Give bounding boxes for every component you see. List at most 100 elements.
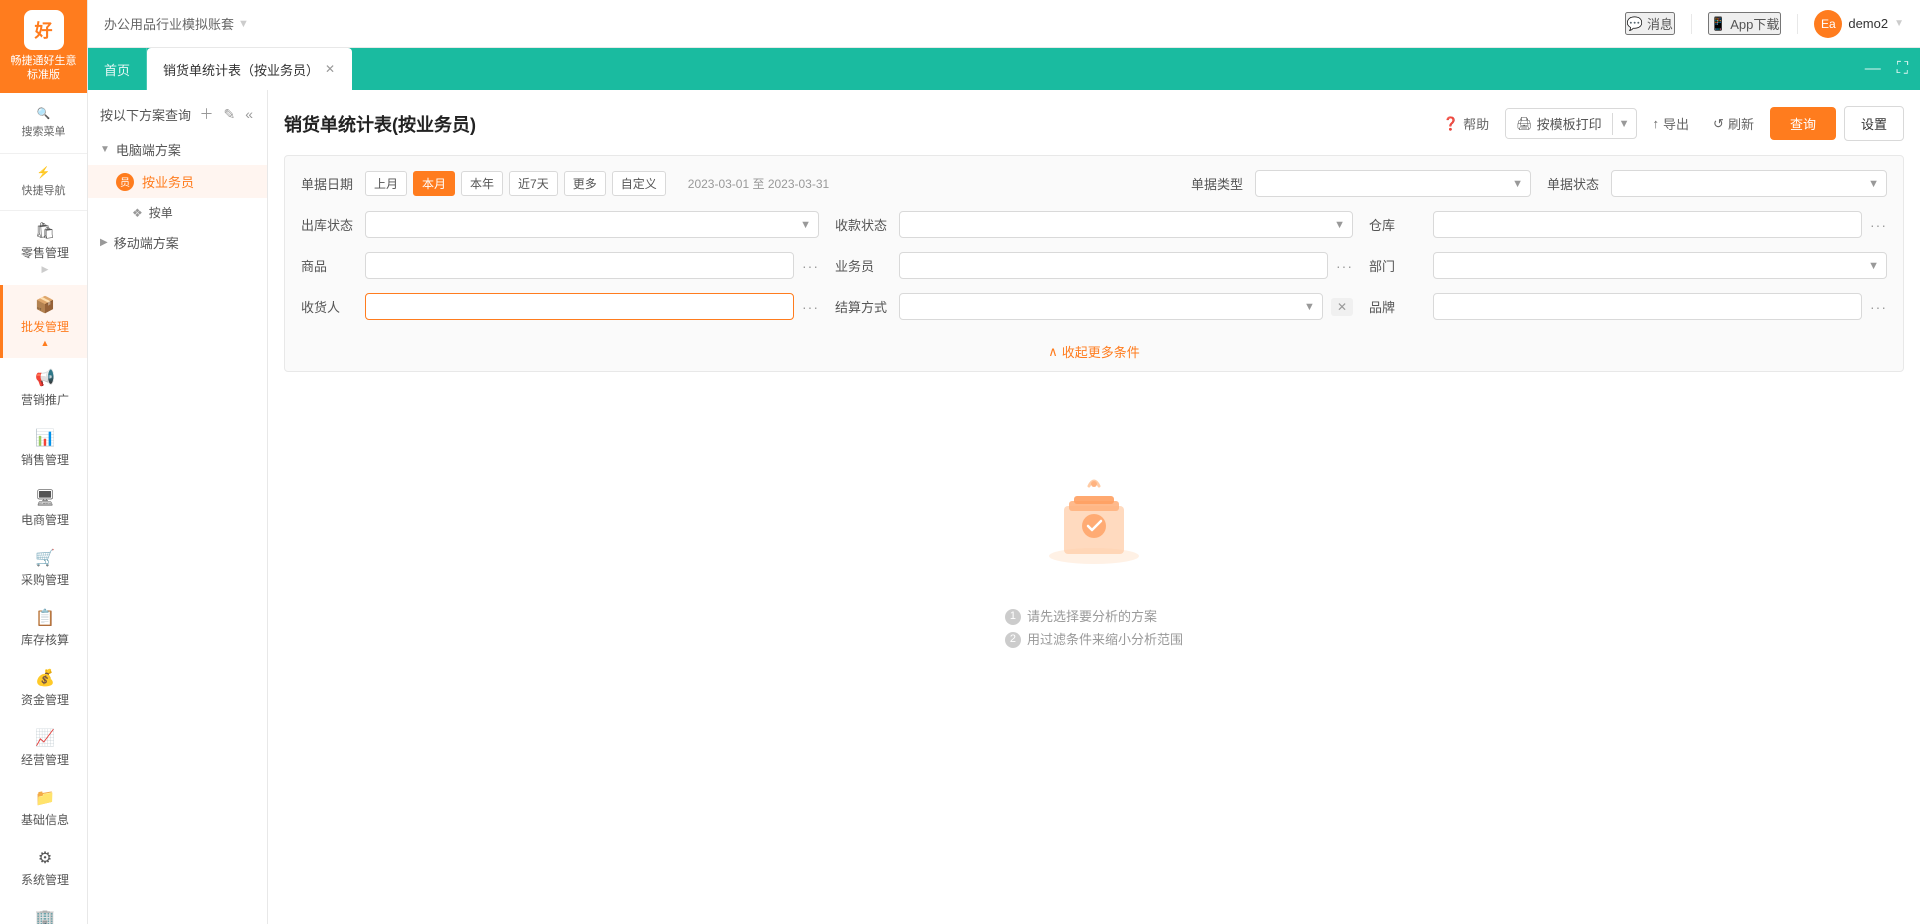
print-label: 按模板打印 [1537, 114, 1602, 133]
filter-docstatus-item: 单据状态 ▼ [1547, 170, 1887, 197]
sidebar-item-ops-label: 经营管理 [21, 751, 69, 768]
user-avatar: Ea [1814, 10, 1842, 38]
tab-close-icon[interactable]: ✕ [325, 62, 335, 76]
avatar-text: Ea [1821, 17, 1836, 31]
warehouse-more-icon[interactable]: ··· [1870, 217, 1887, 233]
date-btn-this-year[interactable]: 本年 [461, 171, 503, 196]
sidebar-item-marketing[interactable]: 📢 营销推广 [0, 358, 87, 418]
print-button-group: 🖨 按模板打印 ▼ [1505, 108, 1636, 139]
filter-goods-item: 商品 ··· [301, 252, 819, 279]
outstatus-select[interactable] [365, 211, 819, 238]
message-button[interactable]: 💬 消息 [1625, 12, 1675, 35]
consignee-more-icon[interactable]: ··· [802, 299, 819, 315]
user-menu[interactable]: Ea demo2 ▼ [1814, 10, 1904, 38]
salesperson-input[interactable] [899, 252, 1328, 279]
goods-input[interactable] [365, 252, 794, 279]
app-download-button[interactable]: 📱 App下载 [1708, 12, 1781, 35]
warehouse-input[interactable] [1433, 211, 1862, 238]
brand-more-icon[interactable]: ··· [1870, 299, 1887, 315]
topbar-divider [1691, 14, 1692, 34]
finance-icon: 💰 [35, 668, 55, 688]
dept-select[interactable] [1433, 252, 1887, 279]
scheme-item-salesperson[interactable]: 员 按业务员 [88, 165, 267, 198]
payment-select-wrap: ▼ [899, 293, 1323, 320]
brand-input[interactable] [1433, 293, 1862, 320]
date-group: 上月 本月 本年 近7天 更多 自定义 [365, 171, 666, 196]
right-content: 销货单统计表(按业务员) ❓ 帮助 🖨 按模板打印 ▼ ↑ [268, 90, 1920, 924]
mobile-scheme-group[interactable]: ▶ 移动端方案 [88, 227, 267, 258]
salesperson-scheme-icon: 员 [116, 173, 134, 191]
add-scheme-button[interactable]: ＋ [197, 102, 215, 126]
receiptstatus-label: 收款状态 [835, 215, 891, 234]
filter-warehouse-item: 仓库 ··· [1369, 211, 1887, 238]
payment-clear-tag: ✕ [1331, 298, 1353, 316]
sidebar-item-basic[interactable]: 📁 基础信息 [0, 778, 87, 838]
username-label: demo2 [1848, 16, 1888, 31]
query-button[interactable]: 查询 [1770, 107, 1836, 140]
consignee-input[interactable] [365, 293, 794, 320]
sidebar-nav: 🛍 零售管理 ▶ 📦 批发管理 ▲ 📢 营销推广 📊 销售管理 🖥 电商管理 🛒… [0, 211, 87, 924]
sidebar-item-ops[interactable]: 📈 经营管理 [0, 718, 87, 778]
brand-label: 品牌 [1369, 297, 1425, 316]
sidebar-item-wholesale[interactable]: 📦 批发管理 ▲ [0, 285, 87, 358]
print-button[interactable]: 🖨 按模板打印 [1506, 109, 1612, 138]
docstatus-select[interactable] [1611, 170, 1887, 197]
user-chevron-icon: ▼ [1894, 18, 1904, 29]
doctype-select[interactable] [1255, 170, 1531, 197]
help-button[interactable]: ❓ 帮助 [1435, 110, 1497, 137]
page-title: 销货单统计表(按业务员) [284, 111, 476, 137]
filter-row-4: 收货人 ··· 结算方式 ▼ ✕ [301, 293, 1887, 320]
tab-home[interactable]: 首页 [88, 48, 147, 90]
clear-tag-x[interactable]: ✕ [1337, 300, 1347, 314]
sidebar-item-retail[interactable]: 🛍 零售管理 ▶ [0, 211, 87, 285]
collapse-bar[interactable]: ∧ 收起更多条件 [301, 334, 1887, 371]
filter-doctype-item: 单据类型 ▼ [1191, 170, 1531, 197]
date-btn-last-month[interactable]: 上月 [365, 171, 407, 196]
search-menu-button[interactable]: 🔍 搜索菜单 [6, 101, 81, 145]
date-btn-7days[interactable]: 近7天 [509, 171, 558, 196]
export-button[interactable]: ↑ 导出 [1645, 110, 1698, 137]
settings-button[interactable]: 设置 [1844, 106, 1904, 141]
sidebar-item-ecom[interactable]: 🖥 电商管理 [0, 478, 87, 538]
quick-nav-button[interactable]: ⚡ 快捷导航 [6, 160, 81, 204]
tab-minimize-button[interactable]: — [1861, 56, 1885, 82]
tab-maximize-button[interactable]: ⛶ [1893, 56, 1912, 82]
sidebar-item-sales[interactable]: 📊 销售管理 [0, 418, 87, 478]
sidebar: 好 畅捷通好生意 标准版 🔍 搜索菜单 ⚡ 快捷导航 🛍 零售管理 ▶ 📦 批发… [0, 0, 88, 924]
sidebar-item-purchase[interactable]: 🛒 采购管理 [0, 538, 87, 598]
filter-brand-item: 品牌 ··· [1369, 293, 1887, 320]
refresh-label: 刷新 [1728, 114, 1754, 133]
settings-label: 设置 [1861, 117, 1887, 132]
payment-select[interactable] [899, 293, 1323, 320]
wholesale-icon: 📦 [35, 295, 55, 315]
sidebar-item-system[interactable]: ⚙ 系统管理 [0, 838, 87, 898]
chevron-right-icon: ▶ [42, 264, 49, 275]
sidebar-logo[interactable]: 好 畅捷通好生意 标准版 [0, 0, 87, 93]
retail-icon: 🛍 [35, 221, 55, 241]
receiptstatus-select[interactable] [899, 211, 1353, 238]
help-label: 帮助 [1463, 114, 1489, 133]
pc-group-title[interactable]: ▼ 电脑端方案 [88, 134, 267, 165]
ops-icon: 📈 [35, 728, 55, 748]
date-btn-more[interactable]: 更多 [564, 171, 606, 196]
date-btn-custom[interactable]: 自定义 [612, 171, 666, 196]
date-btn-this-month[interactable]: 本月 [413, 171, 455, 196]
edit-scheme-button[interactable]: ✎ [221, 102, 237, 126]
collapse-label: 收起更多条件 [1062, 342, 1140, 361]
sidebar-item-finance[interactable]: 💰 资金管理 [0, 658, 87, 718]
sidebar-item-sales-label: 销售管理 [21, 451, 69, 468]
collapse-panel-button[interactable]: « [243, 102, 255, 126]
refresh-button[interactable]: ↺ 刷新 [1705, 110, 1762, 137]
sidebar-item-corp[interactable]: 🏢 企业协同 [0, 898, 87, 924]
print-dropdown-button[interactable]: ▼ [1612, 113, 1636, 135]
tip-num-2: 2 [1005, 632, 1021, 648]
query-label: 查询 [1790, 117, 1816, 132]
scheme-sub-item-order[interactable]: ❖ 按单 [88, 198, 267, 227]
sidebar-item-inventory[interactable]: 📋 库存核算 [0, 598, 87, 658]
tab-home-label: 首页 [104, 60, 130, 79]
salesperson-more-icon[interactable]: ··· [1336, 258, 1353, 274]
goods-label: 商品 [301, 256, 357, 275]
tab-sales-stat[interactable]: 销货单统计表（按业务员） ✕ [147, 48, 352, 90]
filter-payment-item: 结算方式 ▼ ✕ [835, 293, 1353, 320]
goods-more-icon[interactable]: ··· [802, 258, 819, 274]
